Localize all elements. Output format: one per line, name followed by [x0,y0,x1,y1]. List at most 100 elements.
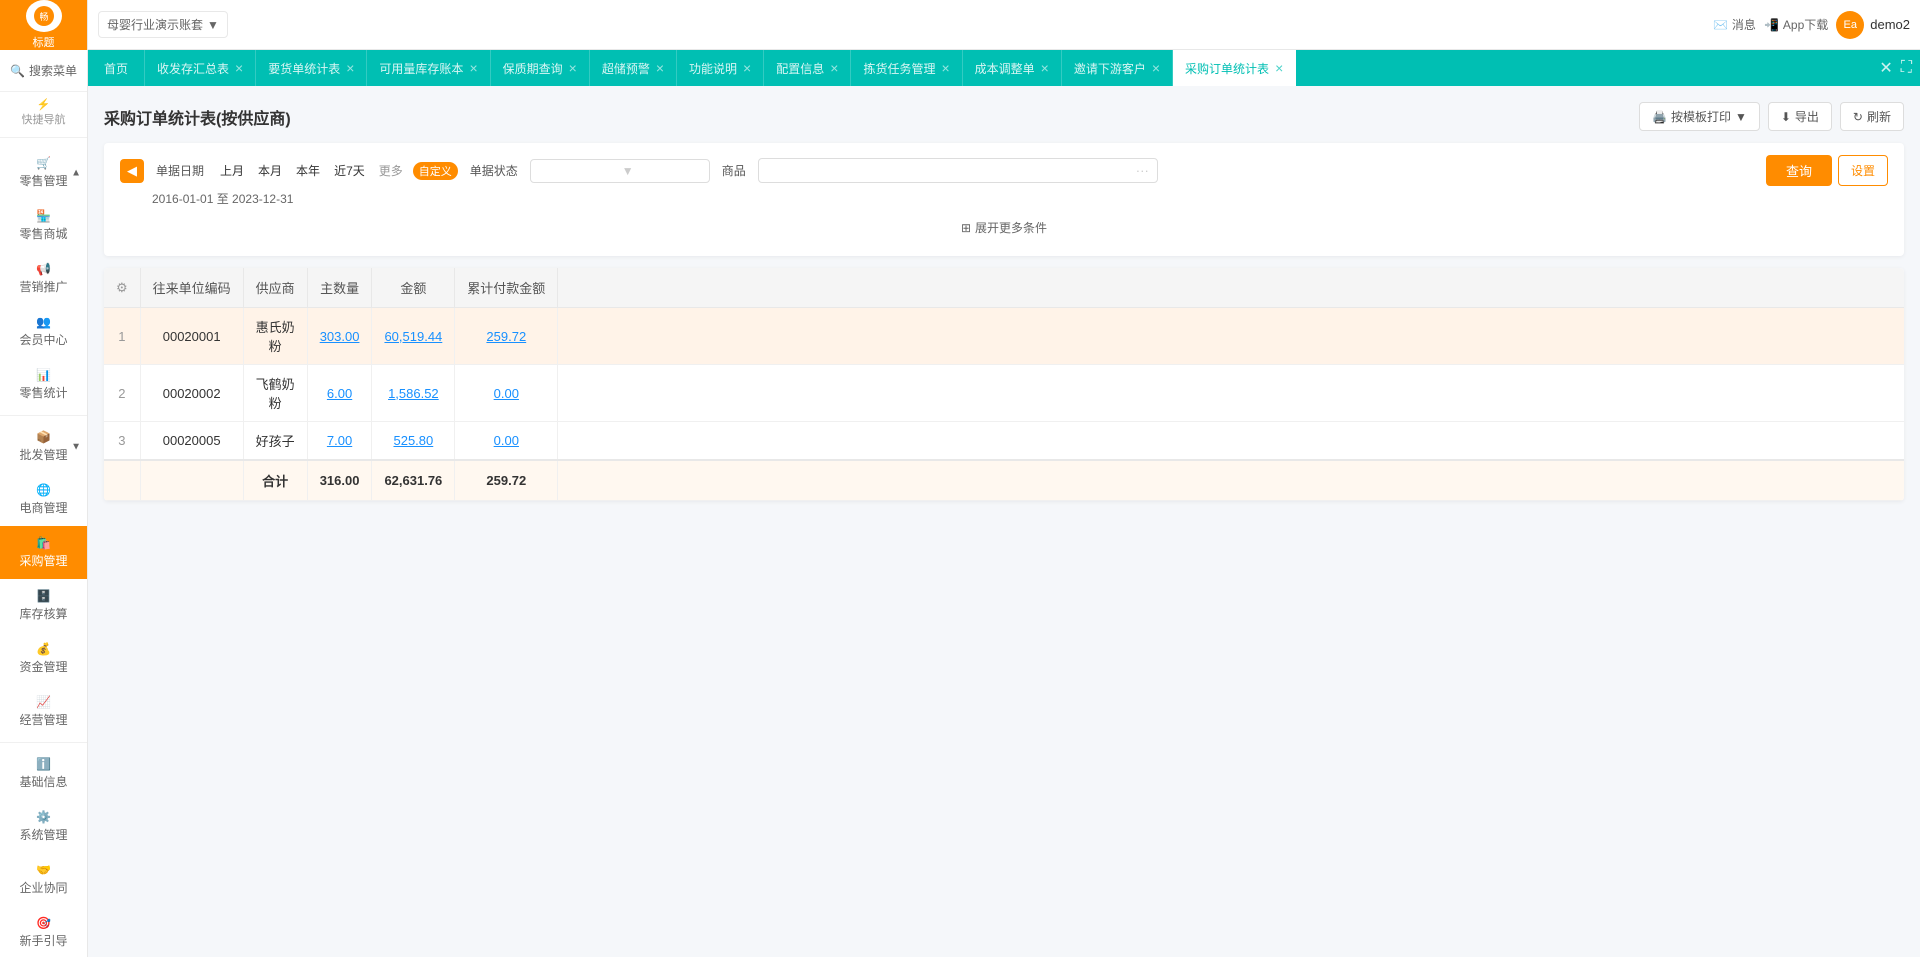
chevron-down-icon: ▼ [622,164,701,178]
tab-order-stats[interactable]: 要货单统计表 × [256,50,367,86]
paid-link[interactable]: 259.72 [486,329,526,344]
status-select[interactable]: ▼ [530,159,710,183]
row-extra [558,365,1904,422]
sidebar-item-collab[interactable]: 🤝 企业协同 [0,853,87,906]
shortcut-more[interactable]: 更多 [375,160,407,181]
retail-icon: 🛒 [36,156,51,170]
sidebar-item-retail-stats[interactable]: 📊 零售统计 [0,358,87,411]
tab-close-icon[interactable]: × [656,61,664,75]
shortcut-this-month[interactable]: 本月 [254,160,286,181]
sidebar-item-basic[interactable]: ℹ️ 基础信息 [0,747,87,800]
data-table-container: ⚙ 往来单位编码 供应商 主数量 金额 累计付款金额 1 00020001 惠氏… [104,268,1904,501]
amount-link[interactable]: 525.80 [393,433,433,448]
tab-close-icon[interactable]: × [235,61,243,75]
message-btn[interactable]: ✉️ 消息 [1713,16,1756,33]
query-button[interactable]: 查询 [1766,155,1832,186]
svg-text:畅: 畅 [39,11,48,22]
sidebar-item-retail-mall[interactable]: 🏪 零售商城 [0,199,87,252]
sidebar-search-area: 🔍 搜索菜单 [0,50,87,92]
sidebar-item-marketing[interactable]: 📢 营销推广 [0,252,87,305]
tab-close-icon[interactable]: × [1041,61,1049,75]
shortcut-last-month[interactable]: 上月 [216,160,248,181]
quick-nav-btn[interactable]: ⚡ 快捷导航 [0,92,87,133]
tab-bar-actions: ✕ ⛶ [1871,58,1920,78]
th-amount: 金额 [372,268,455,308]
logo-icon: 畅 [26,0,62,32]
shortcut-7days[interactable]: 近7天 [330,160,369,181]
shortcut-this-year[interactable]: 本年 [292,160,324,181]
table-row[interactable]: 3 00020005 好孩子 7.00 525.80 0.00 [104,422,1904,461]
custom-date-badge[interactable]: 自定义 [413,162,458,180]
product-input[interactable] [767,164,1136,178]
row-paid: 0.00 [455,422,558,461]
filter-collapse-button[interactable]: ◀ [120,159,144,183]
amount-link[interactable]: 60,519.44 [384,329,442,344]
tab-function-desc[interactable]: 功能说明 × [677,50,764,86]
tab-close-icon[interactable]: × [743,61,751,75]
expand-label: 展开更多条件 [975,219,1047,236]
tab-expiry-query[interactable]: 保质期查询 × [491,50,590,86]
tab-label: 超储预警 [602,60,650,77]
row-quantity: 6.00 [307,365,372,422]
tab-close-icon[interactable]: × [346,61,354,75]
sidebar-item-retail[interactable]: 🛒 零售管理 ▲ [0,146,87,199]
row-num: 1 [104,308,140,365]
table-row[interactable]: 1 00020001 惠氏奶粉 303.00 60,519.44 259.72 [104,308,1904,365]
tab-close-icon[interactable]: × [1152,61,1160,75]
sidebar-item-operations[interactable]: 📈 经营管理 [0,685,87,738]
paid-link[interactable]: 0.00 [494,433,519,448]
workspace-selector[interactable]: 母婴行业演示账套 ▼ [98,11,228,38]
row-supplier: 好孩子 [243,422,307,461]
tab-home[interactable]: 首页 [88,50,145,86]
sidebar-item-guide[interactable]: 🎯 新手引导 [0,906,87,957]
sidebar-item-label: 零售商城 [19,225,67,242]
sidebar-item-purchase[interactable]: 🛍️ 采购管理 [0,526,87,579]
sidebar-item-ecommerce[interactable]: 🌐 电商管理 [0,473,87,526]
refresh-button[interactable]: ↻ 刷新 [1840,102,1904,131]
th-settings[interactable]: ⚙ [104,268,140,308]
sidebar-item-system[interactable]: ⚙️ 系统管理 [0,800,87,853]
tab-cost-adjust[interactable]: 成本调整单 × [963,50,1062,86]
tab-usable-stock[interactable]: 可用量库存账本 × [367,50,490,86]
print-button[interactable]: 🖨️ 按模板打印 ▼ [1639,102,1760,131]
tab-close-icon[interactable]: × [469,61,477,75]
app-download-label: App下载 [1783,16,1828,33]
page-header: 采购订单统计表(按供应商) 🖨️ 按模板打印 ▼ ⬇ 导出 ↻ 刷新 [104,102,1904,131]
ecommerce-icon: 🌐 [36,483,51,497]
username-label: demo2 [1870,17,1910,32]
tab-config-info[interactable]: 配置信息 × [764,50,851,86]
sidebar-nav: 🛒 零售管理 ▲ 🏪 零售商城 📢 营销推广 👥 会员中心 📊 零售统计 📦 批… [0,142,87,957]
tab-overstock-warning[interactable]: 超储预警 × [590,50,677,86]
tab-fullscreen-btn[interactable]: ⛶ [1901,59,1912,77]
tab-close-icon[interactable]: × [569,61,577,75]
sidebar-item-members[interactable]: 👥 会员中心 [0,305,87,358]
app-download-btn[interactable]: 📲 App下载 [1764,16,1828,33]
search-icon: 🔍 [10,64,25,78]
tab-purchase-stats[interactable]: 采购订单统计表 × [1173,50,1296,86]
row-supplier: 惠氏奶粉 [243,308,307,365]
quantity-link[interactable]: 303.00 [320,329,360,344]
sidebar-item-finance[interactable]: 💰 资金管理 [0,632,87,685]
main-content: 母婴行业演示账套 ▼ ✉️ 消息 📲 App下载 Ea demo2 首页 收发存… [88,0,1920,957]
paid-link[interactable]: 0.00 [494,386,519,401]
settings-button[interactable]: 设置 [1838,155,1888,186]
tab-close-icon[interactable]: × [1275,61,1283,75]
tab-close-icon[interactable]: × [941,61,949,75]
table-header-row: ⚙ 往来单位编码 供应商 主数量 金额 累计付款金额 [104,268,1904,308]
tab-invite-downstream[interactable]: 邀请下游客户 × [1062,50,1173,86]
sidebar-item-inventory[interactable]: 🗄️ 库存核算 [0,579,87,632]
user-menu[interactable]: Ea demo2 [1836,11,1910,39]
tab-pick-task[interactable]: 拣货任务管理 × [851,50,962,86]
tab-close-all-btn[interactable]: ✕ [1879,58,1892,78]
quantity-link[interactable]: 7.00 [327,433,352,448]
sidebar-item-wholesale[interactable]: 📦 批发管理 ▼ [0,420,87,473]
search-menu-button[interactable]: 🔍 搜索菜单 [6,58,81,83]
tab-receive-summary[interactable]: 收发存汇总表 × [145,50,256,86]
expand-more-button[interactable]: ⊞ 展开更多条件 [961,219,1047,236]
export-button[interactable]: ⬇ 导出 [1768,102,1832,131]
amount-link[interactable]: 1,586.52 [388,386,439,401]
tab-close-icon[interactable]: × [830,61,838,75]
more-options-icon[interactable]: ··· [1136,163,1149,178]
table-row[interactable]: 2 00020002 飞鹤奶粉 6.00 1,586.52 0.00 [104,365,1904,422]
quantity-link[interactable]: 6.00 [327,386,352,401]
